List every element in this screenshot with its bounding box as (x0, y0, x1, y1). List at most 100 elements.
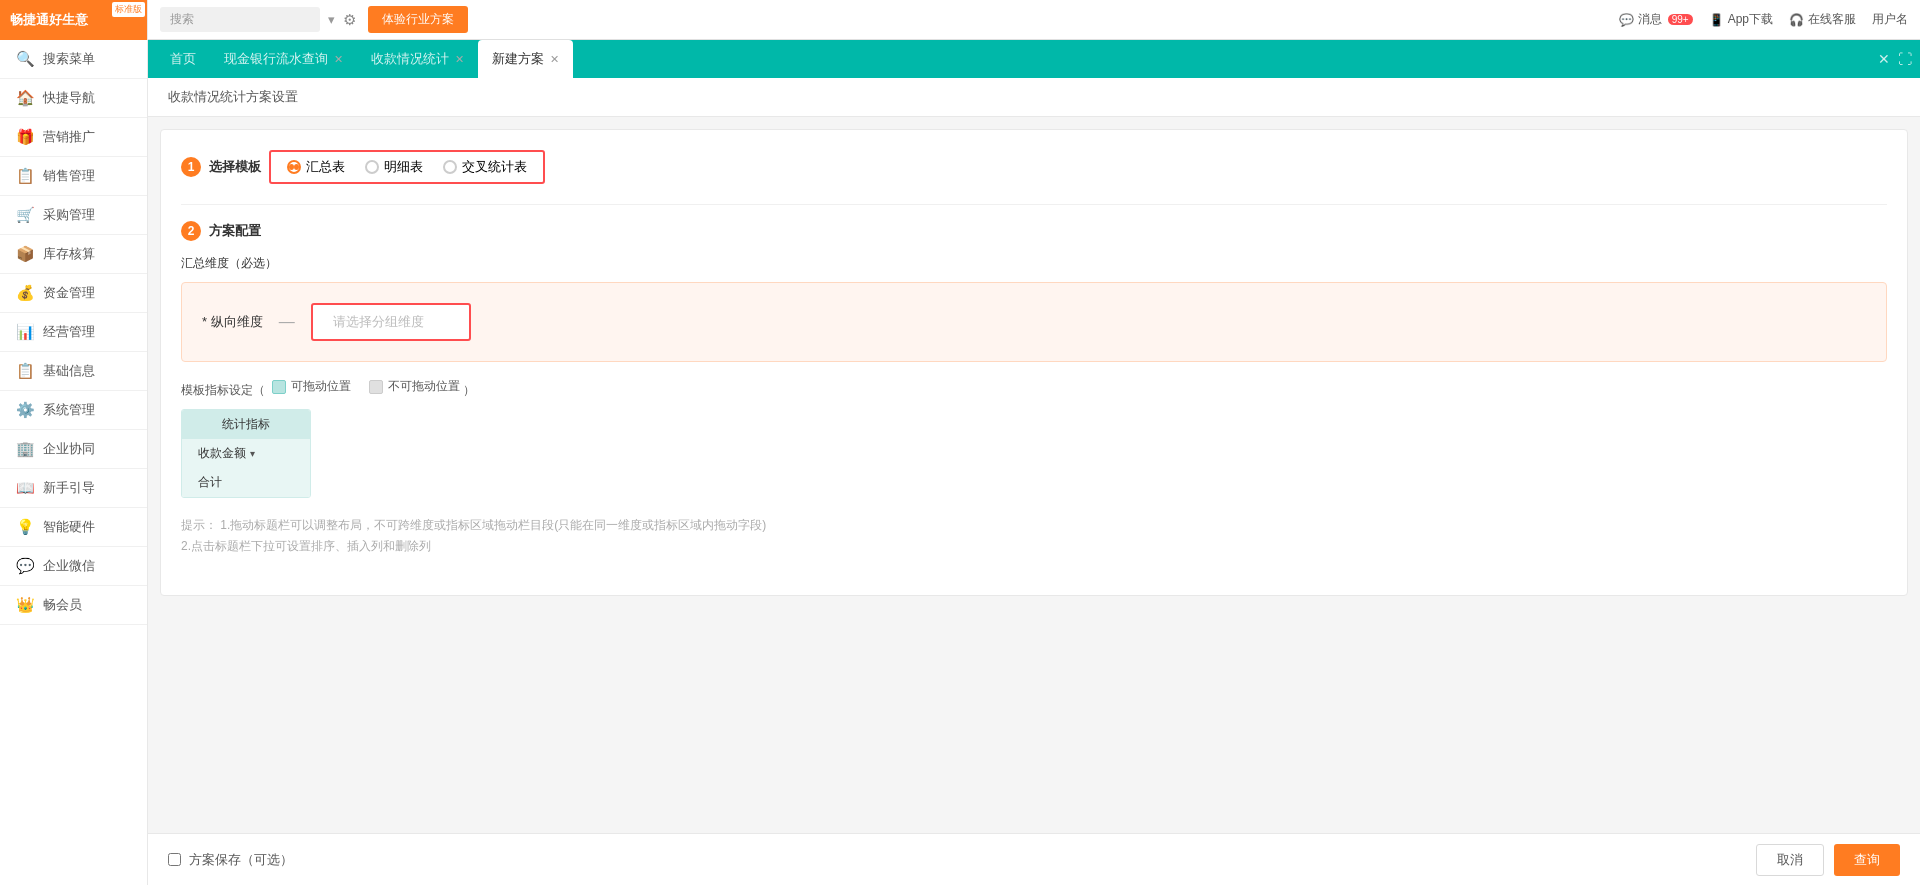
dimension-placeholder: 请选择分组维度 (333, 314, 424, 329)
sidebar-item-label: 系统管理 (43, 401, 95, 419)
search-placeholder-text: 搜索 (170, 12, 194, 26)
message-label: 消息 (1638, 11, 1662, 28)
sidebar-item-label: 库存核算 (43, 245, 95, 263)
stats-amount-row: 收款金额 ▾ (182, 439, 310, 468)
topbar-dropdown-arrow[interactable]: ▾ (328, 12, 335, 27)
tab-new-plan-label: 新建方案 (492, 50, 544, 68)
service-label: 在线客服 (1808, 11, 1856, 28)
sidebar-item-enterprise[interactable]: 🏢 企业协同 (0, 430, 147, 469)
query-button[interactable]: 查询 (1834, 844, 1900, 876)
tab-bank-flow[interactable]: 现金银行流水查询 ✕ (210, 40, 357, 78)
stats-amount-header: 收款金额 ▾ (198, 445, 255, 462)
template-select-box: 汇总表 明细表 交叉统计表 (269, 150, 545, 184)
step1-section: 1 选择模板 汇总表 明细表 (181, 150, 1887, 184)
topbar: 搜索 ▾ ⚙ 体验行业方案 💬 消息 99+ 📱 App下载 🎧 在线客服 用户… (148, 0, 1920, 40)
app-download-button[interactable]: 📱 App下载 (1709, 11, 1773, 28)
message-button[interactable]: 💬 消息 99+ (1619, 11, 1693, 28)
step1-title: 选择模板 (209, 158, 261, 176)
sidebar-item-label: 企业微信 (43, 557, 95, 575)
sidebar-item-inventory[interactable]: 📦 库存核算 (0, 235, 147, 274)
sidebar-item-sales[interactable]: 📋 销售管理 (0, 157, 147, 196)
tab-home[interactable]: 首页 (156, 40, 210, 78)
topbar-right: 💬 消息 99+ 📱 App下载 🎧 在线客服 用户名 (1619, 11, 1908, 28)
sidebar-item-label: 智能硬件 (43, 518, 95, 536)
radio-detail-label: 明细表 (384, 158, 423, 176)
sidebar-item-label: 搜索菜单 (43, 50, 95, 68)
marketing-icon: 🎁 (16, 128, 35, 146)
dimension-area: * 纵向维度 — 请选择分组维度 (181, 282, 1887, 362)
sidebar-item-guide[interactable]: 📖 新手引导 (0, 469, 147, 508)
sidebar-item-label: 新手引导 (43, 479, 95, 497)
sidebar-logo-text: 畅捷通好生意 (10, 11, 88, 29)
wechat-icon: 💬 (16, 557, 35, 575)
sidebar-item-wechat[interactable]: 💬 企业微信 (0, 547, 147, 586)
main-area: 搜索 ▾ ⚙ 体验行业方案 💬 消息 99+ 📱 App下载 🎧 在线客服 用户… (148, 0, 1920, 885)
sidebar-item-operation[interactable]: 📊 经营管理 (0, 313, 147, 352)
stats-total-cell: 合计 (182, 468, 238, 497)
sidebar-item-search-menu[interactable]: 🔍 搜索菜单 (0, 40, 147, 79)
operation-icon: 📊 (16, 323, 35, 341)
tabbar: 首页 现金银行流水查询 ✕ 收款情况统计 ✕ 新建方案 ✕ ✕ ⛶ (148, 40, 1920, 78)
online-service-button[interactable]: 🎧 在线客服 (1789, 11, 1856, 28)
tab-bank-flow-close-icon[interactable]: ✕ (334, 53, 343, 66)
sidebar-logo: 畅捷通好生意 标准版 (0, 0, 147, 40)
sidebar-item-label: 营销推广 (43, 128, 95, 146)
footer-left: 方案保存（可选） (168, 851, 293, 869)
stats-total-label: 合计 (198, 475, 222, 489)
sidebar-item-label: 快捷导航 (43, 89, 95, 107)
tab-payment-stats[interactable]: 收款情况统计 ✕ (357, 40, 478, 78)
stats-table: 统计指标 收款金额 ▾ (181, 409, 311, 498)
content-area: 收款情况统计方案设置 1 选择模板 汇总表 (148, 78, 1920, 885)
sidebar-item-label: 企业协同 (43, 440, 95, 458)
message-badge: 99+ (1668, 14, 1693, 25)
radio-detail[interactable]: 明细表 (365, 158, 423, 176)
tip-text-area: 提示： 1.拖动标题栏可以调整布局，不可跨维度或指标区域拖动栏目段(只能在同一维… (181, 517, 1887, 555)
tab-home-label: 首页 (170, 50, 196, 68)
tabbar-expand-icon[interactable]: ⛶ (1898, 51, 1912, 67)
sidebar-item-marketing[interactable]: 🎁 营销推广 (0, 118, 147, 157)
radio-detail-circle (365, 160, 379, 174)
tab-bank-flow-label: 现金银行流水查询 (224, 50, 328, 68)
inventory-icon: 📦 (16, 245, 35, 263)
basic-info-icon: 📋 (16, 362, 35, 380)
user-name: 用户名 (1872, 11, 1908, 28)
nondraggable-legend-label: 不可拖动位置 (388, 378, 460, 395)
nondraggable-legend-box (369, 380, 383, 394)
sidebar-item-purchase[interactable]: 🛒 采购管理 (0, 196, 147, 235)
sidebar-item-label: 销售管理 (43, 167, 95, 185)
topbar-gear-icon[interactable]: ⚙ (343, 11, 356, 29)
save-checkbox[interactable] (168, 853, 181, 866)
indicator-separator (359, 383, 366, 397)
dimension-select-box[interactable]: 请选择分组维度 (311, 303, 471, 341)
cancel-button[interactable]: 取消 (1756, 844, 1824, 876)
sales-icon: 📋 (16, 167, 35, 185)
search-menu-icon: 🔍 (16, 50, 35, 68)
home-icon: 🏠 (16, 89, 35, 107)
radio-summary-label: 汇总表 (306, 158, 345, 176)
tabbar-actions: ✕ ⛶ (1878, 51, 1920, 67)
sidebar-item-system[interactable]: ⚙️ 系统管理 (0, 391, 147, 430)
radio-cross[interactable]: 交叉统计表 (443, 158, 527, 176)
stats-amount-dropdown-icon: ▾ (250, 448, 255, 459)
sidebar-item-quick-nav[interactable]: 🏠 快捷导航 (0, 79, 147, 118)
footer: 方案保存（可选） 取消 查询 (148, 833, 1920, 885)
tab-new-plan-close-icon[interactable]: ✕ (550, 53, 559, 66)
tabbar-close-icon[interactable]: ✕ (1878, 51, 1890, 67)
sidebar-item-capital[interactable]: 💰 资金管理 (0, 274, 147, 313)
stats-amount-cell[interactable]: 收款金额 ▾ (182, 439, 271, 468)
stats-table-body: 收款金额 ▾ 合计 (182, 439, 310, 497)
trial-button[interactable]: 体验行业方案 (368, 6, 468, 33)
radio-summary[interactable]: 汇总表 (287, 158, 345, 176)
purchase-icon: 🛒 (16, 206, 35, 224)
radio-cross-circle (443, 160, 457, 174)
sidebar-item-smart-hw[interactable]: 💡 智能硬件 (0, 508, 147, 547)
sidebar-item-basic-info[interactable]: 📋 基础信息 (0, 352, 147, 391)
tab-new-plan[interactable]: 新建方案 ✕ (478, 40, 573, 78)
sidebar-logo-badge: 标准版 (112, 2, 145, 17)
sidebar-item-member[interactable]: 👑 畅会员 (0, 586, 147, 625)
summary-dimension-area: 汇总维度（必选） * 纵向维度 — 请选择分组维度 (181, 255, 1887, 362)
sidebar-item-label: 资金管理 (43, 284, 95, 302)
tab-payment-stats-label: 收款情况统计 (371, 50, 449, 68)
summary-dimension-label: 汇总维度（必选） (181, 255, 1887, 272)
tab-payment-stats-close-icon[interactable]: ✕ (455, 53, 464, 66)
